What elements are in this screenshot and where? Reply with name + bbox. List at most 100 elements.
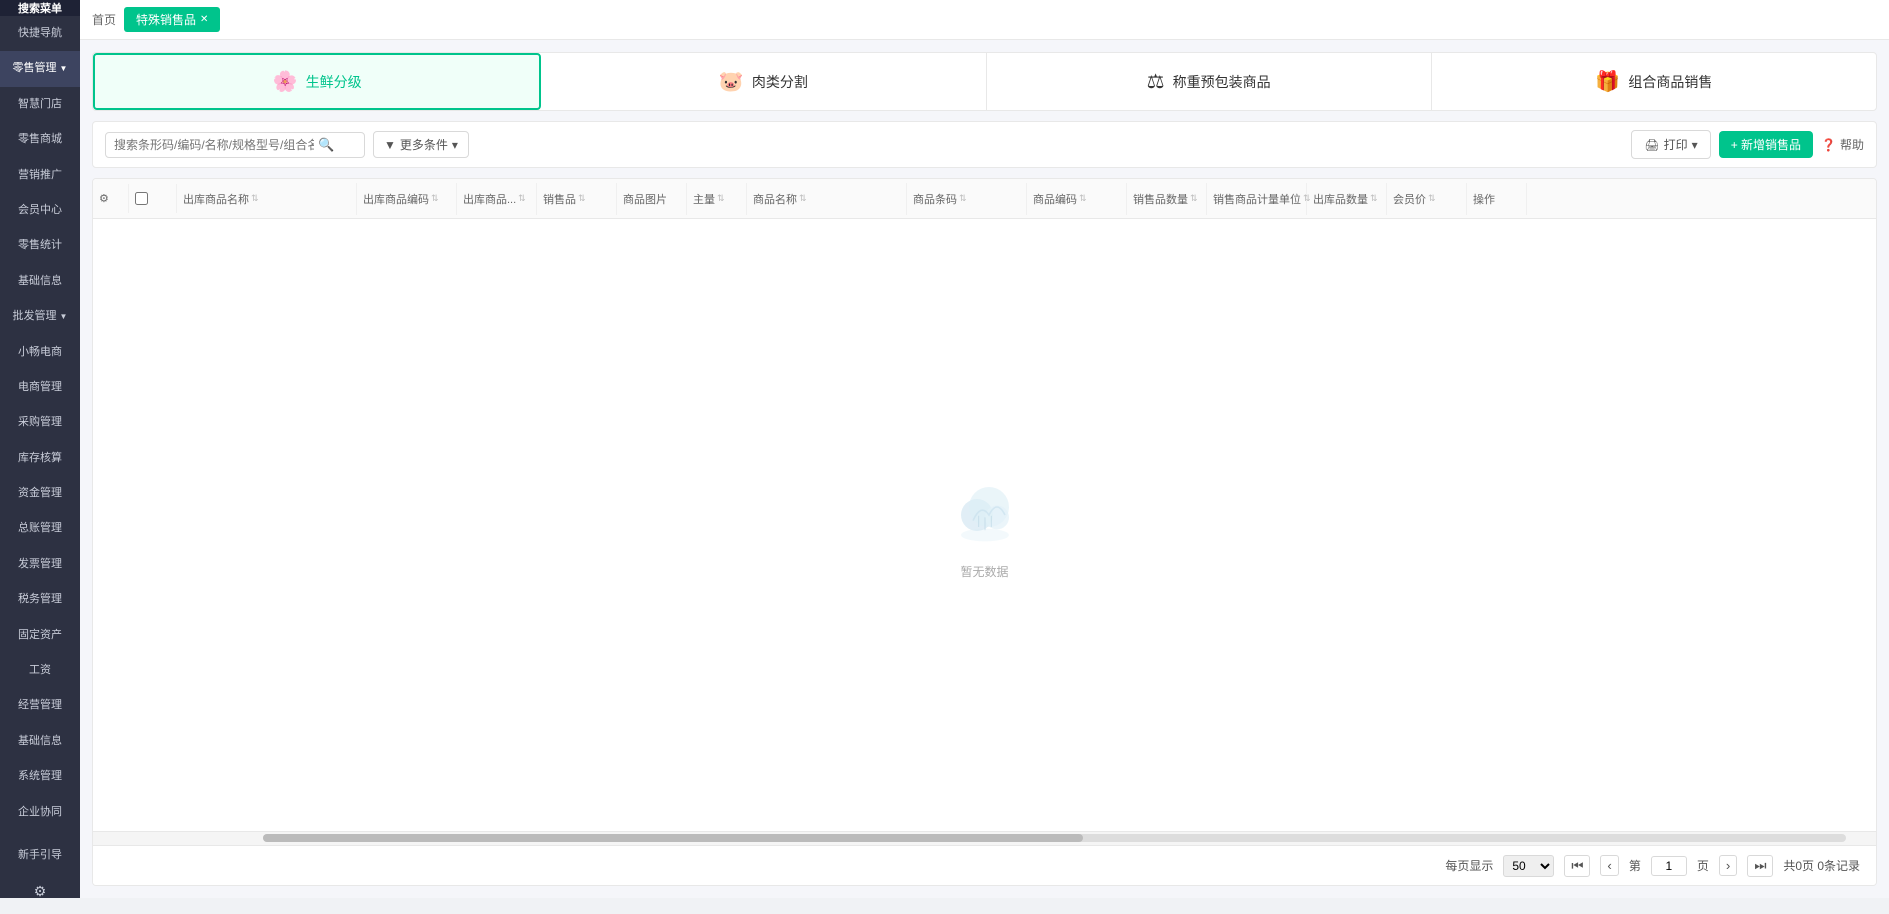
sidebar-item-fixed-assets[interactable]: 固定资产 <box>0 618 80 653</box>
sidebar-item-enterprise[interactable]: 企业协同 <box>0 795 80 830</box>
th-image: 商品图片 <box>617 183 687 215</box>
sidebar-item-ecom-mgmt[interactable]: 电商管理 <box>0 370 80 405</box>
sort-icon[interactable]: ⇅ <box>251 193 259 204</box>
sort-icon[interactable]: ⇅ <box>1370 193 1378 204</box>
sort-icon[interactable]: ⇅ <box>578 193 586 204</box>
category-tab-meat-cut-label: 肉类分割 <box>752 72 808 92</box>
select-all-checkbox[interactable] <box>135 192 148 205</box>
th-checkbox[interactable] <box>129 184 177 213</box>
sidebar-item-smart-store[interactable]: 智慧门店 <box>0 87 80 122</box>
first-page-button[interactable]: ⏮ <box>1564 855 1590 877</box>
weight-package-icon: ⚖ <box>1147 69 1165 94</box>
search-icon[interactable]: 🔍 <box>318 137 334 153</box>
chevron-down-icon: ▼ <box>60 63 68 74</box>
th-action: 操作 <box>1467 183 1527 215</box>
category-tab-fresh-grade[interactable]: 🌸 生鲜分级 <box>93 53 541 110</box>
new-button[interactable]: + 新增销售品 <box>1719 131 1813 158</box>
sidebar-item-basic-info[interactable]: 基础信息 <box>0 264 80 299</box>
sort-icon[interactable]: ⇅ <box>959 193 967 204</box>
scrollbar-track <box>263 834 1846 842</box>
th-outlet-name: 出库商品名称 ⇅ <box>177 183 357 215</box>
table-body: 暂无数据 <box>93 219 1876 831</box>
settings-icon[interactable]: ⚙ <box>99 192 109 205</box>
scrollbar-thumb[interactable] <box>263 834 1083 842</box>
sidebar-logo[interactable]: 搜索菜单 <box>0 0 80 16</box>
new-button-label: + 新增销售品 <box>1731 136 1801 153</box>
sidebar-bottom: 新手引导 ⚙ <box>0 830 80 914</box>
sidebar: 搜索菜单 快捷导航 零售管理 ▼ 智慧门店 零售商城 营销推广 会员中心 零售统… <box>0 0 80 898</box>
sidebar-item-capital-mgmt[interactable]: 资金管理 <box>0 476 80 511</box>
toolbar-right: 🖨 打印 ▾ + 新增销售品 ❓ 帮助 <box>1631 130 1864 159</box>
print-arrow-icon: ▾ <box>1692 138 1698 152</box>
sort-icon[interactable]: ⇅ <box>431 193 439 204</box>
sidebar-item-invoice-mgmt[interactable]: 发票管理 <box>0 547 80 582</box>
sidebar-item-tax-mgmt[interactable]: 税务管理 <box>0 582 80 617</box>
sort-icon[interactable]: ⇅ <box>1079 193 1087 204</box>
th-outlet-qty: 出库品数量 ⇅ <box>1307 183 1387 215</box>
total-label: 共0页 0条记录 <box>1783 857 1860 874</box>
sort-icon[interactable]: ⇅ <box>1190 193 1198 204</box>
category-tabs: 🌸 生鲜分级 🐷 肉类分割 ⚖ 称重预包装商品 🎁 组合商品销售 <box>92 52 1877 111</box>
sidebar-item-ops-mgmt[interactable]: 经营管理 <box>0 688 80 723</box>
page-label-before: 第 <box>1629 857 1641 874</box>
active-tab[interactable]: 特殊销售品 ✕ <box>124 7 220 32</box>
pagination-bar: 每页显示 50 10 20 100 ⏮ ‹ 第 页 › ⏭ 共0页 0条记录 <box>93 845 1876 885</box>
sidebar-item-new-guide[interactable]: 新手引导 <box>4 838 76 873</box>
close-tab-icon[interactable]: ✕ <box>200 14 208 25</box>
print-button[interactable]: 🖨 打印 ▾ <box>1631 130 1710 159</box>
th-member-price: 会员价 ⇅ <box>1387 183 1467 215</box>
sidebar-item-system-mgmt[interactable]: 系统管理 <box>0 759 80 794</box>
page-label: 页 <box>1697 857 1709 874</box>
meat-cut-icon: 🐷 <box>719 69 744 94</box>
toolbar: 🔍 ▼ 更多条件 ▾ 🖨 打印 ▾ + 新增销售品 ❓ <box>92 121 1877 168</box>
last-page-button[interactable]: ⏭ <box>1747 855 1773 877</box>
help-label: 帮助 <box>1840 136 1864 153</box>
sidebar-item-purchase-mgmt[interactable]: 采购管理 <box>0 405 80 440</box>
th-outlet-spec: 出库商品... ⇅ <box>457 183 537 215</box>
sidebar-item-wholesale-mgmt[interactable]: 批发管理 ▼ <box>0 299 80 334</box>
print-icon: 🖨 <box>1644 138 1659 152</box>
per-page-label: 每页显示 <box>1445 857 1493 874</box>
th-weight: 主量 ⇅ <box>687 183 747 215</box>
page-body: 🌸 生鲜分级 🐷 肉类分割 ⚖ 称重预包装商品 🎁 组合商品销售 🔍 <box>80 40 1889 898</box>
category-tab-meat-cut[interactable]: 🐷 肉类分割 <box>541 53 986 110</box>
toolbar-left: 🔍 ▼ 更多条件 ▾ <box>105 131 469 158</box>
sort-icon[interactable]: ⇅ <box>717 193 725 204</box>
sidebar-item-retail-mgmt[interactable]: 零售管理 ▼ <box>0 51 80 86</box>
per-page-select[interactable]: 50 10 20 100 <box>1503 855 1554 877</box>
search-box[interactable]: 🔍 <box>105 132 365 158</box>
page-number-input[interactable] <box>1651 856 1687 876</box>
th-product-name: 商品名称 ⇅ <box>747 183 907 215</box>
prev-page-button[interactable]: ‹ <box>1600 855 1618 876</box>
category-tab-combo-sale[interactable]: 🎁 组合商品销售 <box>1432 53 1876 110</box>
chevron-down-icon: ▼ <box>60 311 68 322</box>
sidebar-item-general-ledger[interactable]: 总账管理 <box>0 511 80 546</box>
sort-icon[interactable]: ⇅ <box>799 193 807 204</box>
sidebar-item-member-center[interactable]: 会员中心 <box>0 193 80 228</box>
sidebar-item-mini-ecom[interactable]: 小畅电商 <box>0 335 80 370</box>
filter-label: 更多条件 <box>400 136 448 153</box>
help-button[interactable]: ❓ 帮助 <box>1821 136 1864 153</box>
horizontal-scrollbar[interactable] <box>93 831 1876 845</box>
search-input[interactable] <box>114 138 314 152</box>
next-page-button[interactable]: › <box>1719 855 1737 876</box>
sort-icon[interactable]: ⇅ <box>518 193 526 204</box>
th-outlet-code: 出库商品编码 ⇅ <box>357 183 457 215</box>
breadcrumb-home[interactable]: 首页 <box>92 11 116 28</box>
category-tab-weight-package[interactable]: ⚖ 称重预包装商品 <box>987 53 1432 110</box>
sidebar-item-payroll[interactable]: 工资 <box>0 653 80 688</box>
gear-icon[interactable]: ⚙ <box>4 877 76 906</box>
th-sale-unit: 销售商品计量单位 ⇅ <box>1207 183 1307 215</box>
th-settings[interactable]: ⚙ <box>93 184 129 213</box>
filter-button[interactable]: ▼ 更多条件 ▾ <box>373 131 469 158</box>
active-tab-label: 特殊销售品 <box>136 11 196 28</box>
category-tab-combo-sale-label: 组合商品销售 <box>1628 72 1712 92</box>
sidebar-item-quick-nav[interactable]: 快捷导航 <box>0 16 80 51</box>
sidebar-item-inventory[interactable]: 库存核算 <box>0 441 80 476</box>
sidebar-item-retail-stats[interactable]: 零售统计 <box>0 228 80 263</box>
sidebar-item-retail-mall[interactable]: 零售商城 <box>0 122 80 157</box>
sidebar-item-marketing[interactable]: 营销推广 <box>0 158 80 193</box>
sidebar-item-basic-info2[interactable]: 基础信息 <box>0 724 80 759</box>
sort-icon[interactable]: ⇅ <box>1428 193 1436 204</box>
fresh-grade-icon: 🌸 <box>273 69 298 94</box>
